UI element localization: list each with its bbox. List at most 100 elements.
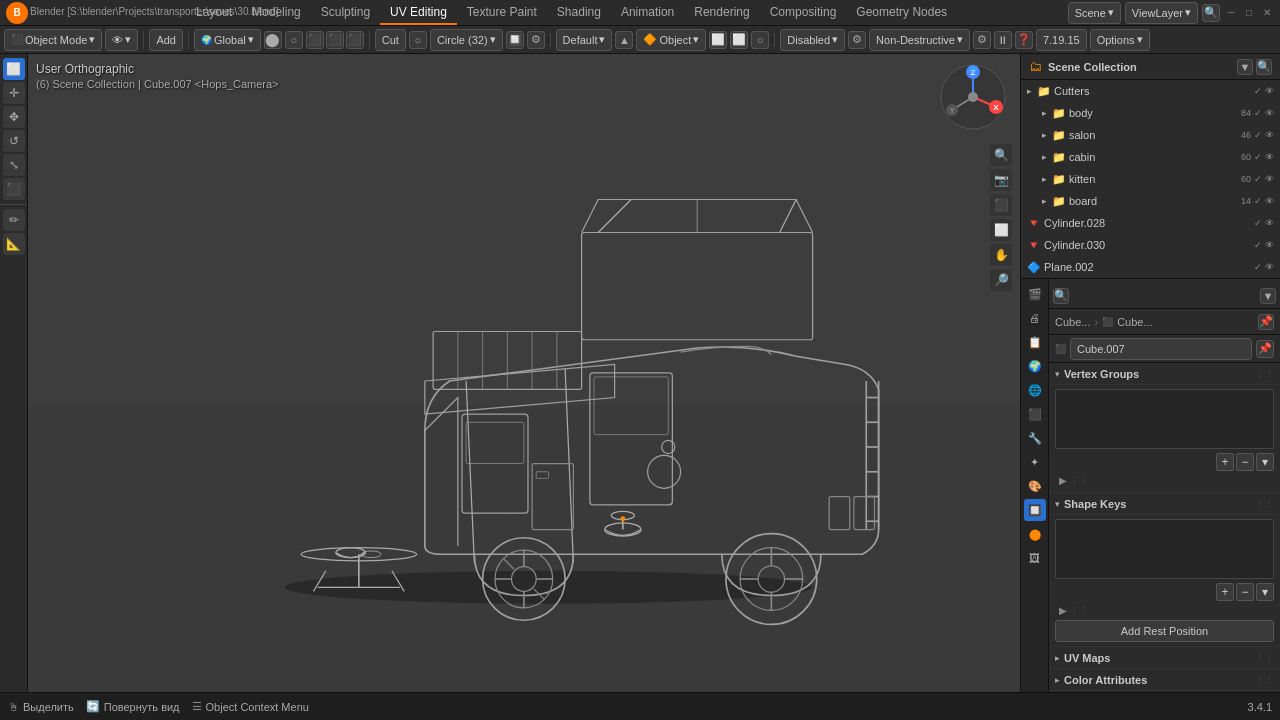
rotate-tool[interactable]: ↺ [3, 130, 25, 152]
shape-key-add-btn[interactable]: + [1216, 583, 1234, 601]
shape-keys-header[interactable]: ▾ Shape Keys ⋮⋮ [1049, 493, 1280, 515]
mode-icon-3[interactable]: ○ [751, 31, 769, 49]
scene-dropdown[interactable]: Scene ▾ [1068, 2, 1121, 24]
measure-tool[interactable]: 📐 [3, 233, 25, 255]
cursor-tool[interactable]: ✛ [3, 82, 25, 104]
view-layer-dropdown[interactable]: ViewLayer ▾ [1125, 2, 1198, 24]
world-props-tab[interactable]: 🌐 [1024, 379, 1046, 401]
scale-tool[interactable]: ⤡ [3, 154, 25, 176]
non-destructive-btn[interactable]: Non-Destructive ▾ [869, 29, 970, 51]
disabled-btn[interactable]: Disabled ▾ [780, 29, 845, 51]
collection-cutters[interactable]: ▸ 📁 Cutters ✓ 👁 [1021, 80, 1280, 102]
settings-icon[interactable]: ⚙ [527, 31, 545, 49]
vertex-group-menu-btn[interactable]: ▾ [1256, 453, 1274, 471]
modifier-props-tab[interactable]: 🔧 [1024, 427, 1046, 449]
collection-cabin[interactable]: ▸ 📁 cabin 60 ✓ 👁 [1021, 146, 1280, 168]
object-data-props-tab[interactable]: 🔲 [1024, 499, 1046, 521]
viewport-overlay-1[interactable]: ⬛ [306, 31, 324, 49]
object-name-extra-icon[interactable]: 📌 [1256, 340, 1274, 358]
scene-props-tab[interactable]: 🌍 [1024, 355, 1046, 377]
mode-icon-2[interactable]: ⬜ [730, 31, 748, 49]
zoom-out-button[interactable]: 🔎 [990, 269, 1012, 291]
close-button[interactable]: ✕ [1260, 6, 1274, 20]
shape-key-play-btn[interactable]: ▶ [1059, 605, 1067, 616]
collection-body[interactable]: ▸ 📁 body 84 ✓ 👁 [1021, 102, 1280, 124]
pause-icon[interactable]: ⏸ [994, 31, 1012, 49]
blender-logo[interactable]: B [6, 2, 28, 24]
zoom-in-button[interactable]: 🔍 [990, 144, 1012, 166]
props-filter-icon[interactable]: ▼ [1260, 288, 1276, 304]
shape-key-remove-btn[interactable]: − [1236, 583, 1254, 601]
collection-kitten[interactable]: ▸ 📁 kitten 60 ✓ 👁 [1021, 168, 1280, 190]
select-tool[interactable]: ⬜ [3, 58, 25, 80]
options-btn[interactable]: Options ▾ [1090, 29, 1150, 51]
texture-props-tab[interactable]: 🖼 [1024, 547, 1046, 569]
local-view-button[interactable]: ⬜ [990, 219, 1012, 241]
snap-icon[interactable]: ⬤ [264, 31, 282, 49]
color-attributes-header[interactable]: ▸ Color Attributes ⋮⋮ [1049, 669, 1280, 691]
viewport-overlay-3[interactable]: ⬛ [346, 31, 364, 49]
tab-compositing[interactable]: Compositing [760, 0, 847, 25]
layer-default[interactable]: Default ▾ [556, 29, 613, 51]
object-name-input[interactable] [1070, 338, 1252, 360]
object-btn[interactable]: 🔶 Object ▾ [636, 29, 706, 51]
breadcrumb-left[interactable]: Cube... [1055, 316, 1090, 328]
search-collection-icon[interactable]: 🔍 [1256, 59, 1272, 75]
tab-sculpting[interactable]: Sculpting [311, 0, 380, 25]
transform-global[interactable]: 🌍 Global ▾ [194, 29, 261, 51]
filter-collection-icon[interactable]: ▼ [1237, 59, 1253, 75]
collection-plane002[interactable]: 🔷 Plane.002 ✓ 👁 [1021, 256, 1280, 278]
viewport-selector[interactable]: 👁 ▾ [105, 29, 138, 51]
props-search-icon[interactable]: 🔍 [1053, 288, 1069, 304]
time-icon[interactable]: ❓ [1015, 31, 1033, 49]
particles-props-tab[interactable]: ✦ [1024, 451, 1046, 473]
props-pin-icon[interactable]: 📌 [1258, 314, 1274, 330]
brush-cut[interactable]: Cut [375, 29, 406, 51]
tab-rendering[interactable]: Rendering [684, 0, 759, 25]
snap-btn[interactable]: 🔲 [506, 31, 524, 49]
viewport[interactable]: User Orthographic (6) Scene Collection |… [28, 54, 1020, 692]
tab-animation[interactable]: Animation [611, 0, 684, 25]
vertex-group-remove-btn[interactable]: − [1236, 453, 1254, 471]
minimize-button[interactable]: ─ [1224, 6, 1238, 20]
pan-button[interactable]: ✋ [990, 244, 1012, 266]
configure-icon[interactable]: ⚙ [973, 31, 991, 49]
maximize-button[interactable]: □ [1242, 6, 1256, 20]
brush-mode-icon[interactable]: ○ [409, 31, 427, 49]
tab-geometry-nodes[interactable]: Geometry Nodes [846, 0, 957, 25]
camera-view-button[interactable]: 📷 [990, 169, 1012, 191]
material-props-tab[interactable]: ⬤ [1024, 523, 1046, 545]
gear-icon[interactable]: ⚙ [848, 31, 866, 49]
perspective-button[interactable]: ⬛ [990, 194, 1012, 216]
collection-board[interactable]: ▸ 📁 board 14 ✓ 👁 [1021, 190, 1280, 212]
shape-key-menu-btn[interactable]: ▾ [1256, 583, 1274, 601]
viewport-overlay-2[interactable]: ⬛ [326, 31, 344, 49]
annotate-tool[interactable]: ✏ [3, 209, 25, 231]
view-layer-props-tab[interactable]: 📋 [1024, 331, 1046, 353]
uv-maps-header[interactable]: ▸ UV Maps ⋮⋮ [1049, 647, 1280, 669]
object-mode-selector[interactable]: ⬛ Object Mode ▾ [4, 29, 102, 51]
navigation-gizmo[interactable]: Z X Y [938, 62, 1008, 132]
breadcrumb-right[interactable]: Cube... [1117, 316, 1152, 328]
vertex-group-play-btn[interactable]: ▶ [1059, 475, 1067, 486]
collection-cylinder030[interactable]: 🔻 Cylinder.030 ✓ 👁 [1021, 234, 1280, 256]
collection-salon[interactable]: ▸ 📁 salon 46 ✓ 👁 [1021, 124, 1280, 146]
circle-res[interactable]: Circle (32) ▾ [430, 29, 503, 51]
filter-icon[interactable]: ▲ [615, 31, 633, 49]
object-props-tab[interactable]: ⬛ [1024, 403, 1046, 425]
vertex-groups-header[interactable]: ▾ Vertex Groups ⋮⋮ [1049, 363, 1280, 385]
tab-texture-paint[interactable]: Texture Paint [457, 0, 547, 25]
proportional-icon[interactable]: ○ [285, 31, 303, 49]
output-props-tab[interactable]: 🖨 [1024, 307, 1046, 329]
tab-uv-editing[interactable]: UV Editing [380, 0, 457, 25]
tab-shading[interactable]: Shading [547, 0, 611, 25]
mode-icon-1[interactable]: ⬜ [709, 31, 727, 49]
render-props-tab[interactable]: 🎬 [1024, 283, 1046, 305]
transform-tool[interactable]: ⬛ [3, 178, 25, 200]
move-tool[interactable]: ✥ [3, 106, 25, 128]
physics-props-tab[interactable]: 🎨 [1024, 475, 1046, 497]
add-rest-position-button[interactable]: Add Rest Position [1055, 620, 1274, 642]
search-icon[interactable]: 🔍 [1202, 4, 1220, 22]
add-button[interactable]: Add [149, 29, 183, 51]
collection-cylinder028[interactable]: 🔻 Cylinder.028 ✓ 👁 [1021, 212, 1280, 234]
